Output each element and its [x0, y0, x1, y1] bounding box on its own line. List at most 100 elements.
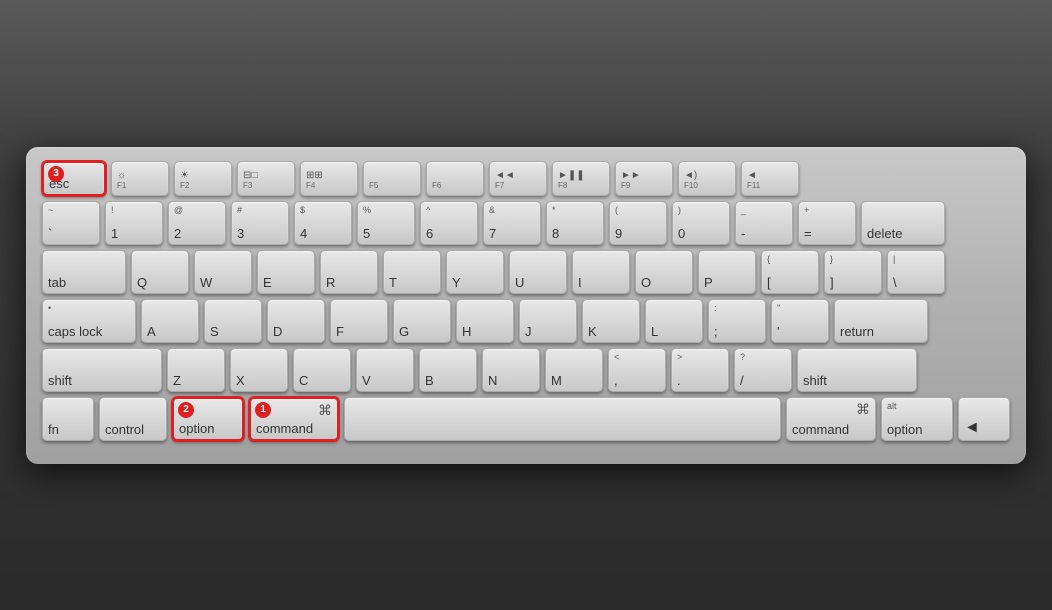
fn-key[interactable]: fn	[42, 397, 94, 441]
9-key[interactable]: ( 9	[609, 201, 667, 245]
l-key[interactable]: L	[645, 299, 703, 343]
d-key[interactable]: D	[267, 299, 325, 343]
h-key[interactable]: H	[456, 299, 514, 343]
return-key[interactable]: return	[834, 299, 928, 343]
w-key[interactable]: W	[194, 250, 252, 294]
f8-label: F8	[558, 181, 567, 190]
0-key[interactable]: ) 0	[672, 201, 730, 245]
right-option-key[interactable]: alt option	[881, 397, 953, 441]
f-key[interactable]: F	[330, 299, 388, 343]
control-key[interactable]: control	[99, 397, 167, 441]
left-option-key[interactable]: 2 alt option	[172, 397, 244, 441]
k-key[interactable]: K	[582, 299, 640, 343]
f8-key[interactable]: ►❚❚ F8	[552, 161, 610, 196]
b-key[interactable]: B	[419, 348, 477, 392]
left-bracket-key[interactable]: { [	[761, 250, 819, 294]
4-key[interactable]: $ 4	[294, 201, 352, 245]
delete-key[interactable]: delete	[861, 201, 945, 245]
g-key[interactable]: G	[393, 299, 451, 343]
fn-key-row: 3 esc ☼ F1 ☀ F2 ⊟□ F3 ⊞⊞ F4 F5	[42, 161, 1010, 196]
tilde-key[interactable]: ~ `	[42, 201, 100, 245]
quote-key[interactable]: " '	[771, 299, 829, 343]
c-key[interactable]: C	[293, 348, 351, 392]
f3-key[interactable]: ⊟□ F3	[237, 161, 295, 196]
f2-icon: ☀	[180, 170, 189, 181]
option-badge: 2	[178, 402, 194, 418]
f7-label: F7	[495, 181, 504, 190]
m-key[interactable]: M	[545, 348, 603, 392]
n-key[interactable]: N	[482, 348, 540, 392]
esc-key[interactable]: 3 esc	[42, 161, 106, 196]
right-bracket-key[interactable]: } ]	[824, 250, 882, 294]
v-key[interactable]: V	[356, 348, 414, 392]
comma-key[interactable]: < ,	[608, 348, 666, 392]
z-key[interactable]: Z	[167, 348, 225, 392]
y-key[interactable]: Y	[446, 250, 504, 294]
f6-label: F6	[432, 181, 441, 190]
home-key-row: • caps lock A S D F G H J	[42, 299, 1010, 343]
t-key[interactable]: T	[383, 250, 441, 294]
shift-key-row: shift Z X C V B N M <	[42, 348, 1010, 392]
p-key[interactable]: P	[698, 250, 756, 294]
1-key[interactable]: ! 1	[105, 201, 163, 245]
f1-key[interactable]: ☼ F1	[111, 161, 169, 196]
f4-label: F4	[306, 181, 315, 190]
qwerty-key-row: tab Q W E R T Y U I	[42, 250, 1010, 294]
f3-label: F3	[243, 181, 252, 190]
i-key[interactable]: I	[572, 250, 630, 294]
r-key[interactable]: R	[320, 250, 378, 294]
f11-icon: ◄	[747, 170, 757, 181]
left-shift-key[interactable]: shift	[42, 348, 162, 392]
q-key[interactable]: Q	[131, 250, 189, 294]
s-key[interactable]: S	[204, 299, 262, 343]
f5-key[interactable]: F5	[363, 161, 421, 196]
7-key[interactable]: & 7	[483, 201, 541, 245]
u-key[interactable]: U	[509, 250, 567, 294]
f9-key[interactable]: ►► F9	[615, 161, 673, 196]
period-key[interactable]: > .	[671, 348, 729, 392]
f10-icon: ◄)	[684, 170, 697, 181]
f1-icon: ☼	[117, 170, 126, 181]
f11-key[interactable]: ◄ F11	[741, 161, 799, 196]
f9-icon: ►►	[621, 170, 641, 181]
o-key[interactable]: O	[635, 250, 693, 294]
minus-key[interactable]: _ -	[735, 201, 793, 245]
f1-label: F1	[117, 181, 126, 190]
f6-key[interactable]: F6	[426, 161, 484, 196]
2-key[interactable]: @ 2	[168, 201, 226, 245]
caps-lock-key[interactable]: • caps lock	[42, 299, 136, 343]
slash-key[interactable]: ? /	[734, 348, 792, 392]
5-key[interactable]: % 5	[357, 201, 415, 245]
left-command-key[interactable]: 1 ⌘ command	[249, 397, 339, 441]
f9-label: F9	[621, 181, 630, 190]
equals-key[interactable]: + =	[798, 201, 856, 245]
f5-label: F5	[369, 181, 378, 190]
right-shift-key[interactable]: shift	[797, 348, 917, 392]
8-key[interactable]: * 8	[546, 201, 604, 245]
left-arrow-key[interactable]: ◄	[958, 397, 1010, 441]
f2-key[interactable]: ☀ F2	[174, 161, 232, 196]
semicolon-key[interactable]: : ;	[708, 299, 766, 343]
f4-key[interactable]: ⊞⊞ F4	[300, 161, 358, 196]
f10-key[interactable]: ◄) F10	[678, 161, 736, 196]
f11-label: F11	[747, 181, 760, 190]
keyboard: 3 esc ☼ F1 ☀ F2 ⊟□ F3 ⊞⊞ F4 F5	[26, 147, 1026, 464]
6-key[interactable]: ^ 6	[420, 201, 478, 245]
3-key[interactable]: # 3	[231, 201, 289, 245]
f4-icon: ⊞⊞	[306, 170, 323, 181]
f7-icon: ◄◄	[495, 170, 515, 181]
x-key[interactable]: X	[230, 348, 288, 392]
f7-key[interactable]: ◄◄ F7	[489, 161, 547, 196]
tab-key[interactable]: tab	[42, 250, 126, 294]
keyboard-background: 3 esc ☼ F1 ☀ F2 ⊟□ F3 ⊞⊞ F4 F5	[0, 0, 1052, 610]
bottom-key-row: fn control 2 alt option 1 ⌘ command ⌘ co…	[42, 397, 1010, 441]
right-command-key[interactable]: ⌘ command	[786, 397, 876, 441]
command-badge: 1	[255, 402, 271, 418]
j-key[interactable]: J	[519, 299, 577, 343]
esc-badge: 3	[48, 166, 64, 182]
e-key[interactable]: E	[257, 250, 315, 294]
f8-icon: ►❚❚	[558, 170, 585, 181]
backslash-key[interactable]: | \	[887, 250, 945, 294]
a-key[interactable]: A	[141, 299, 199, 343]
space-key[interactable]	[344, 397, 781, 441]
